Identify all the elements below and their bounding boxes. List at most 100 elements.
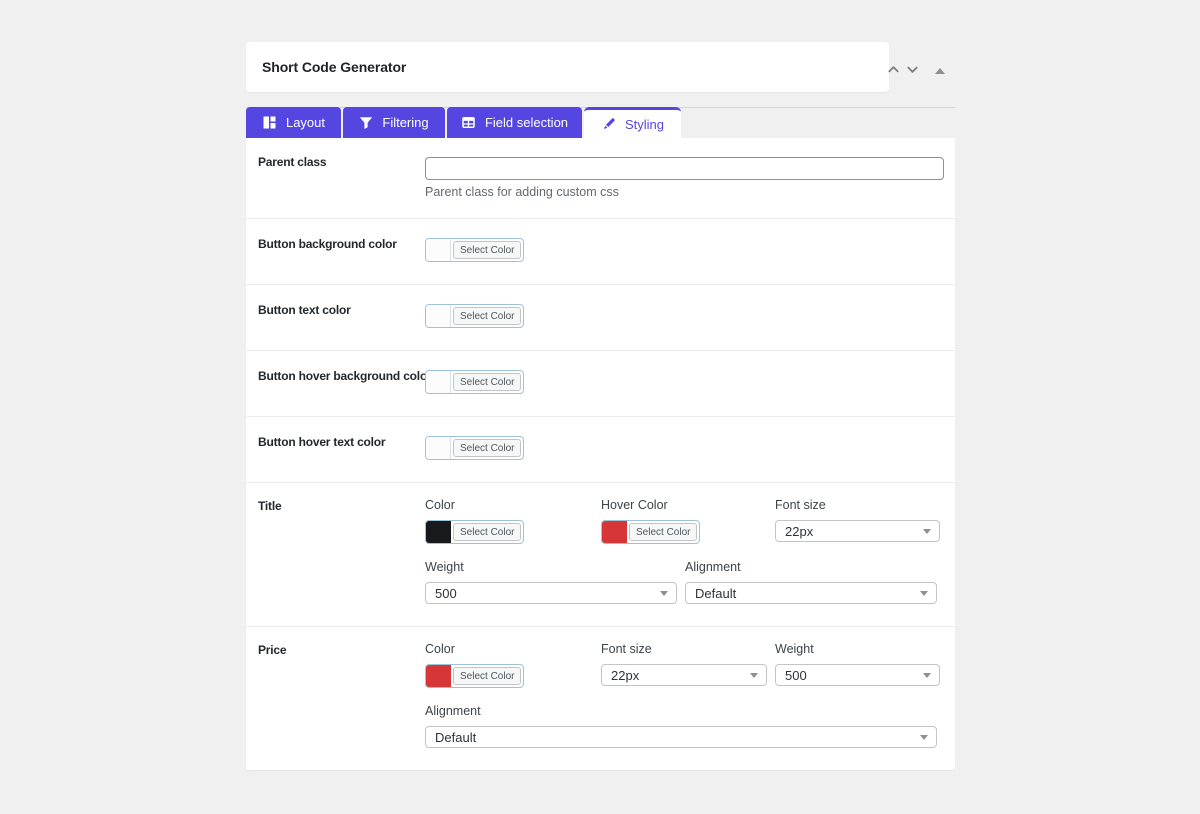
wp-admin-screen: Short Code Generator Layout Filtering Fi… <box>0 0 1200 814</box>
price-alignment-label: Alignment <box>425 704 481 718</box>
color-swatch <box>426 239 451 261</box>
title-weight-select[interactable]: 500 <box>425 582 677 604</box>
tab-styling[interactable]: Styling <box>584 107 681 138</box>
collapse-toggle-button[interactable] <box>932 66 948 76</box>
title-font-size-select[interactable]: 22px <box>775 520 940 542</box>
field-row-button-text-color: Button text color Select Color <box>246 285 955 351</box>
field-row-price: Price Color Select Color Font size 22px … <box>246 627 955 770</box>
dropdown-caret-icon <box>923 529 931 534</box>
tab-field-selection[interactable]: Field selection <box>447 107 582 138</box>
tab-label: Layout <box>285 115 326 130</box>
price-section-fields: Color Select Color Font size 22px Weight… <box>425 642 944 770</box>
price-color-label: Color <box>425 642 455 656</box>
color-swatch <box>426 371 451 393</box>
select-color-label: Select Color <box>453 523 522 541</box>
color-swatch <box>426 437 451 459</box>
title-hover-color-picker[interactable]: Select Color <box>601 520 701 544</box>
parent-class-input[interactable] <box>425 157 944 180</box>
title-weight-group: Weight 500 <box>425 560 677 604</box>
select-color-label: Select Color <box>453 667 522 685</box>
button-hover-text-color-field-group: Select Color <box>425 434 944 482</box>
parent-class-help-text: Parent class for adding custom css <box>425 185 619 199</box>
color-swatch <box>602 521 627 543</box>
tab-layout[interactable]: Layout <box>246 107 341 138</box>
select-color-label: Select Color <box>453 241 522 259</box>
dropdown-caret-icon <box>750 673 758 678</box>
title-alignment-label: Alignment <box>685 560 741 574</box>
title-fields-row-1: Color Select Color Hover Color Select Co… <box>425 498 944 548</box>
tab-bar: Layout Filtering Field selection Styling <box>246 107 955 138</box>
color-swatch <box>426 305 451 327</box>
button-text-color-field-group: Select Color <box>425 302 944 350</box>
title-color-label: Color <box>425 498 455 512</box>
select-color-label: Select Color <box>629 523 698 541</box>
button-hover-background-color-label: Button hover background color <box>258 369 432 383</box>
field-row-title: Title Color Select Color Hover Color Sel… <box>246 483 955 627</box>
button-hover-background-color-field-group: Select Color <box>425 368 944 416</box>
price-weight-select[interactable]: 500 <box>775 664 940 686</box>
button-background-color-label: Button background color <box>258 237 397 251</box>
select-color-label: Select Color <box>453 307 522 325</box>
move-up-button[interactable] <box>884 61 903 81</box>
title-font-size-label: Font size <box>775 498 826 512</box>
field-row-button-hover-text-color: Button hover text color Select Color <box>246 417 955 483</box>
price-alignment-group: Alignment Default <box>425 704 944 748</box>
button-text-color-picker[interactable]: Select Color <box>425 304 525 328</box>
title-alignment-group: Alignment Default <box>685 560 937 604</box>
field-row-button-hover-background-color: Button hover background color Select Col… <box>246 351 955 417</box>
selected-value: 22px <box>611 667 640 683</box>
title-color-picker[interactable]: Select Color <box>425 520 525 544</box>
dropdown-caret-icon <box>923 673 931 678</box>
chevron-up-icon <box>887 63 900 79</box>
price-section-label: Price <box>258 643 287 657</box>
metabox-controls <box>884 61 948 81</box>
button-hover-background-color-picker[interactable]: Select Color <box>425 370 525 394</box>
price-font-size-label: Font size <box>601 642 652 656</box>
button-hover-text-color-label: Button hover text color <box>258 435 386 449</box>
tab-filtering[interactable]: Filtering <box>343 107 445 138</box>
title-weight-label: Weight <box>425 560 464 574</box>
tab-label: Field selection <box>484 115 569 130</box>
triangle-up-icon <box>935 68 945 74</box>
selected-value: Default <box>435 729 477 745</box>
title-hover-color-group: Hover Color Select Color <box>601 498 775 548</box>
paint-brush-icon <box>601 117 616 132</box>
shortcode-generator-box: Layout Filtering Field selection Styling <box>246 107 955 770</box>
color-swatch <box>426 521 451 543</box>
field-row-parent-class: Parent class Parent class for adding cus… <box>246 138 955 219</box>
styling-panel: Parent class Parent class for adding cus… <box>246 138 955 770</box>
field-row-button-background-color: Button background color Select Color <box>246 219 955 285</box>
layout-grid-icon <box>262 115 277 130</box>
select-color-label: Select Color <box>453 373 522 391</box>
price-weight-label: Weight <box>775 642 814 656</box>
dropdown-caret-icon <box>920 591 928 596</box>
chevron-down-icon <box>906 63 919 79</box>
price-color-picker[interactable]: Select Color <box>425 664 525 688</box>
price-alignment-select[interactable]: Default <box>425 726 937 748</box>
price-fields-row-1: Color Select Color Font size 22px Weight… <box>425 642 944 692</box>
parent-class-field-group: Parent class for adding custom css <box>425 154 944 218</box>
title-color-group: Color Select Color <box>425 498 601 548</box>
tab-label: Styling <box>624 116 665 132</box>
button-background-color-field-group: Select Color <box>425 236 944 284</box>
parent-class-label: Parent class <box>258 155 327 169</box>
title-hover-color-label: Hover Color <box>601 498 668 512</box>
table-icon <box>461 115 476 130</box>
move-down-button[interactable] <box>903 61 922 81</box>
metabox-header: Short Code Generator <box>246 42 889 92</box>
title-alignment-select[interactable]: Default <box>685 582 937 604</box>
page-title: Short Code Generator <box>262 59 407 75</box>
dropdown-caret-icon <box>660 591 668 596</box>
selected-value: 22px <box>785 523 814 539</box>
price-color-group: Color Select Color <box>425 642 601 692</box>
selected-value: 500 <box>435 585 457 601</box>
title-font-size-group: Font size 22px <box>775 498 944 548</box>
button-background-color-picker[interactable]: Select Color <box>425 238 525 262</box>
price-font-size-select[interactable]: 22px <box>601 664 767 686</box>
price-font-size-group: Font size 22px <box>601 642 775 692</box>
select-color-label: Select Color <box>453 439 522 457</box>
color-swatch <box>426 665 451 687</box>
tab-label: Filtering <box>382 115 429 130</box>
button-hover-text-color-picker[interactable]: Select Color <box>425 436 525 460</box>
filter-funnel-icon <box>359 116 373 130</box>
